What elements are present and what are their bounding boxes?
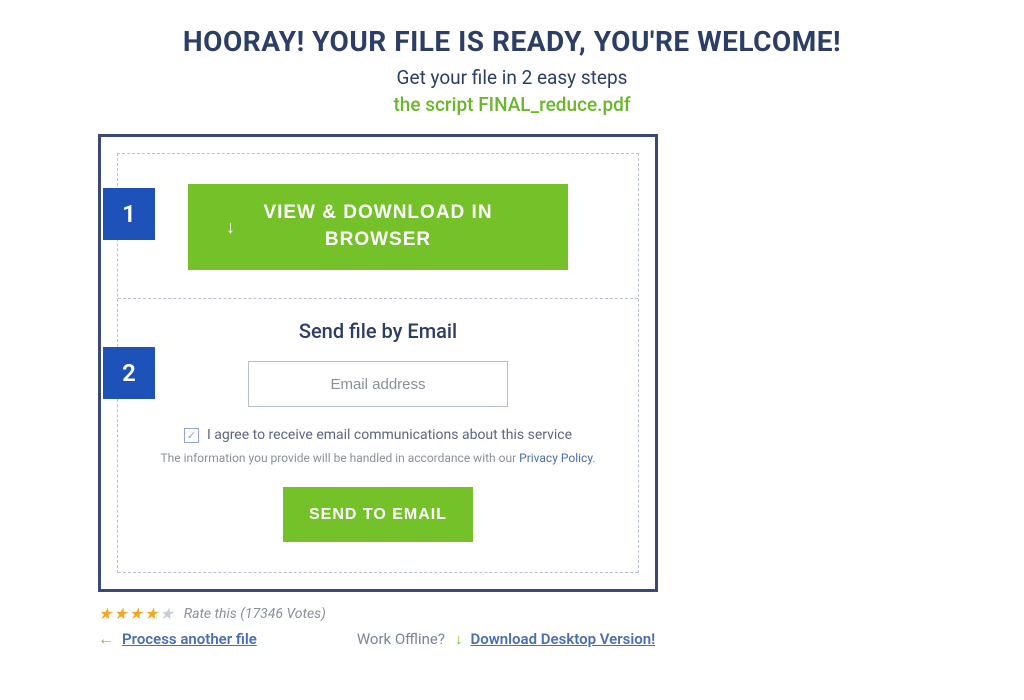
star-icon: ★ xyxy=(144,604,158,623)
footer: ★ ★ ★ ★ ★ Rate this (17346 Votes) ← Proc… xyxy=(98,604,658,649)
page-title: HOORAY! YOUR FILE IS READY, YOU'RE WELCO… xyxy=(0,25,1024,58)
arrow-down-icon: ↓ xyxy=(455,630,463,648)
privacy-text: The information you provide will be hand… xyxy=(138,451,618,465)
step-1: 1 ↓ VIEW & DOWNLOAD IN BROWSER xyxy=(118,154,638,299)
star-icon: ★ xyxy=(129,604,143,623)
rating-stars[interactable]: ★ ★ ★ ★ ★ xyxy=(98,604,174,623)
email-heading: Send file by Email xyxy=(138,319,618,343)
page-subtitle: Get your file in 2 easy steps xyxy=(0,66,1024,89)
steps-box: 1 ↓ VIEW & DOWNLOAD IN BROWSER 2 Send fi… xyxy=(98,134,658,592)
download-arrow-icon: ↓ xyxy=(226,217,236,238)
step-1-number: 1 xyxy=(103,188,155,240)
send-email-button[interactable]: SEND TO EMAIL xyxy=(283,487,473,542)
offline-label: Work Offline? xyxy=(357,630,445,648)
download-desktop-link[interactable]: Download Desktop Version! xyxy=(470,630,655,648)
filename-label: the script FINAL_reduce.pdf xyxy=(0,93,1024,116)
agree-checkbox[interactable]: ✓ xyxy=(184,428,199,443)
privacy-policy-link[interactable]: Privacy Policy xyxy=(519,451,592,465)
email-field[interactable] xyxy=(248,361,508,407)
rate-label: Rate this (17346 Votes) xyxy=(184,606,326,622)
agree-label: I agree to receive email communications … xyxy=(207,427,572,443)
step-2-number: 2 xyxy=(103,347,155,399)
star-icon: ★ xyxy=(98,604,112,623)
download-button-label: VIEW & DOWNLOAD IN BROWSER xyxy=(258,200,498,253)
step-2: 2 Send file by Email ✓ I agree to receiv… xyxy=(118,299,638,573)
star-icon: ★ xyxy=(113,604,127,623)
star-empty-icon: ★ xyxy=(159,604,173,623)
view-download-button[interactable]: ↓ VIEW & DOWNLOAD IN BROWSER xyxy=(188,184,568,270)
process-another-file-link[interactable]: Process another file xyxy=(122,630,257,648)
arrow-left-icon: ← xyxy=(98,629,114,649)
